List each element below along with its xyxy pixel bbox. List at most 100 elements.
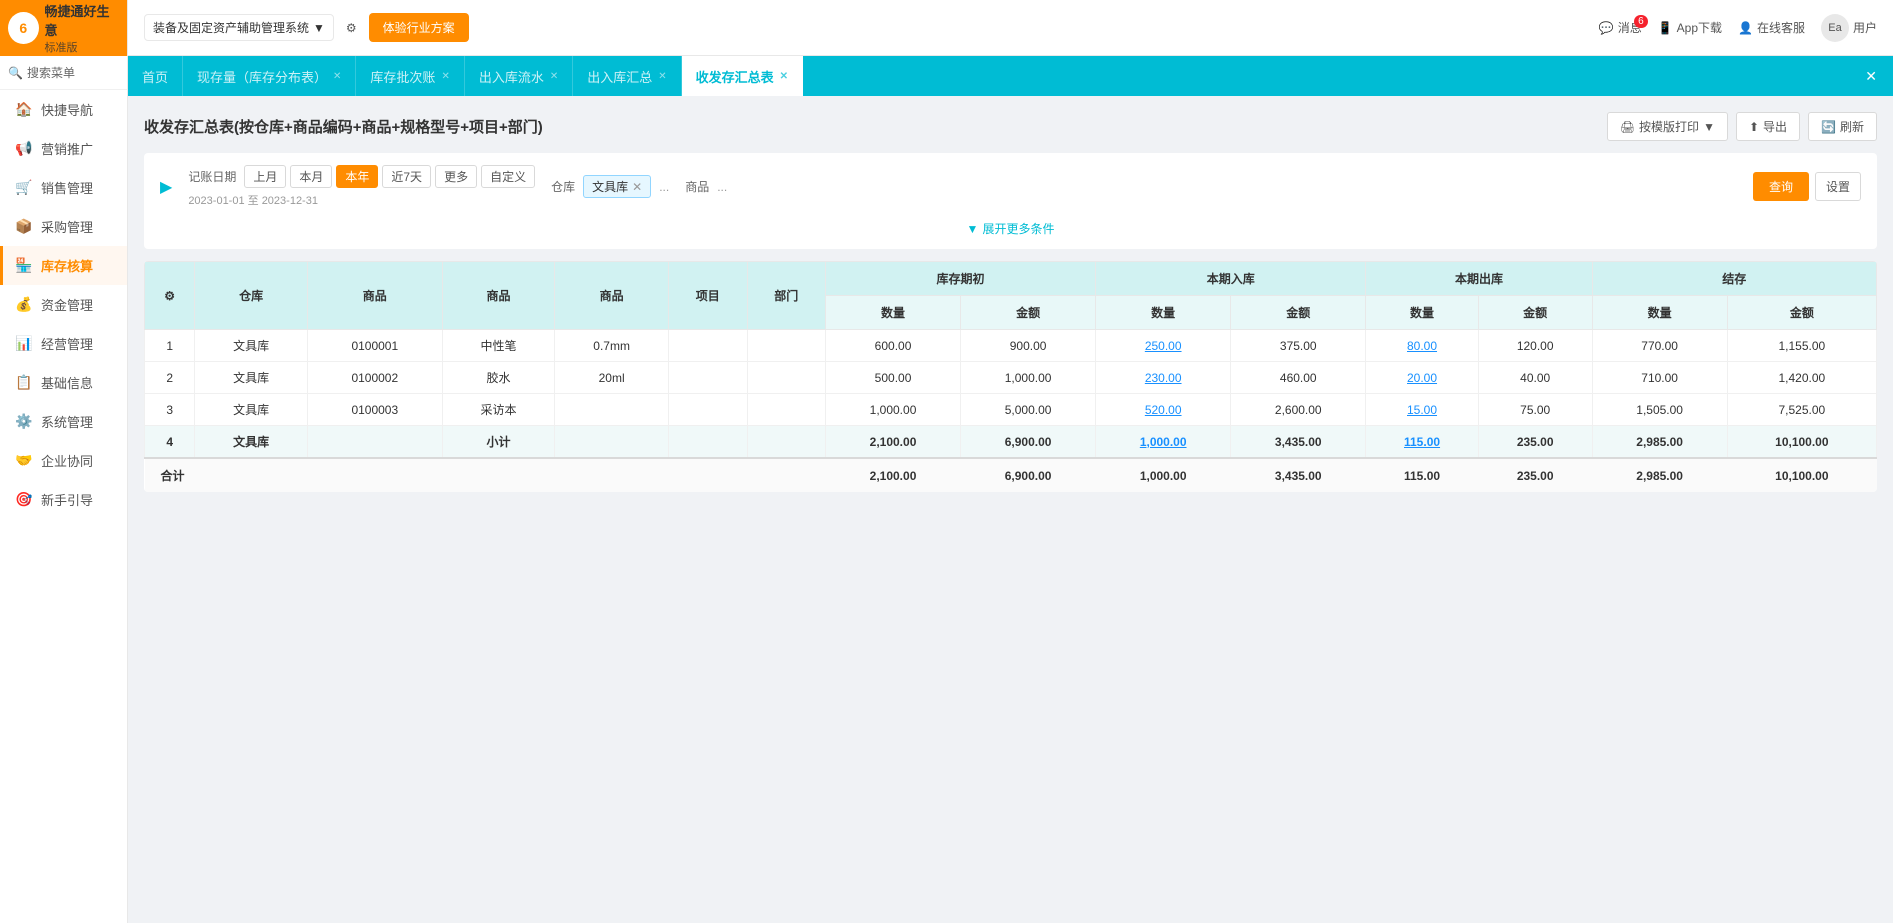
row-in-qty-link[interactable]: 230.00	[1145, 371, 1182, 385]
col-project: 项目	[669, 262, 747, 330]
row-in-qty[interactable]: 520.00	[1096, 394, 1231, 426]
col-end: 结存	[1592, 262, 1876, 296]
brand-name: 畅捷通好生意	[45, 1, 119, 39]
date-options: 上月 本月 本年 近7天 更多 自定义	[244, 165, 535, 188]
sidebar-search[interactable]: 🔍 搜索菜单	[0, 56, 127, 90]
subheader-3: 金额	[1231, 296, 1366, 330]
gear-icon[interactable]: ⚙	[346, 21, 357, 35]
row-in-qty-link[interactable]: 1,000.00	[1140, 435, 1187, 449]
user-abbr: Ea	[1828, 22, 1841, 34]
row-out-qty-link[interactable]: 115.00	[1404, 435, 1440, 449]
row-init-qty: 500.00	[825, 362, 960, 394]
sidebar-item-enterprise[interactable]: 🤝企业协同	[0, 441, 127, 480]
tab-close-icon[interactable]: ✕	[780, 71, 788, 82]
tab-label: 库存批次账	[370, 67, 435, 86]
row-out-qty[interactable]: 115.00	[1366, 426, 1478, 459]
data-table: ⚙ 仓库 商品 商品 商品 项目 部门 库存期初 本期入库 本期出库 结存 数量…	[144, 261, 1877, 492]
tab-close-icon[interactable]: ✕	[550, 71, 558, 82]
warehouse-tag-close[interactable]: ✕	[632, 180, 642, 194]
row-code: 0100001	[307, 330, 442, 362]
row-in-amt: 460.00	[1231, 362, 1366, 394]
date-range: 2023-01-01 至 2023-12-31	[188, 192, 535, 208]
tab-recv-send[interactable]: 收发存汇总表✕	[682, 56, 803, 96]
row-spec: 0.7mm	[555, 330, 669, 362]
app-download-btn[interactable]: 📱 App下载	[1658, 19, 1722, 36]
sidebar-item-finance[interactable]: 💰资金管理	[0, 285, 127, 324]
sidebar-item-operations[interactable]: 📊经营管理	[0, 324, 127, 363]
tab-inout-flow[interactable]: 出入库流水✕	[465, 56, 573, 96]
filter-expand-arrow[interactable]: ▶	[160, 177, 172, 197]
subheader-1: 金额	[961, 296, 1096, 330]
sidebar-item-marketing[interactable]: 📢营销推广	[0, 129, 127, 168]
query-button[interactable]: 查询	[1753, 172, 1809, 201]
tab-close-icon[interactable]: ✕	[441, 71, 449, 82]
sidebar-item-sales[interactable]: 🛒销售管理	[0, 168, 127, 207]
row-end-qty: 1,505.00	[1592, 394, 1727, 426]
trial-button[interactable]: 体验行业方案	[369, 13, 469, 42]
message-btn[interactable]: 💬 消息 6	[1599, 19, 1642, 36]
date-btn-last-month[interactable]: 上月	[244, 165, 286, 188]
tab-close-icon[interactable]: ✕	[333, 71, 341, 82]
row-project	[669, 426, 747, 459]
service-icon: 👤	[1738, 21, 1753, 35]
date-btn-this-month[interactable]: 本月	[290, 165, 332, 188]
row-out-qty[interactable]: 20.00	[1366, 362, 1478, 394]
tab-stock-dist[interactable]: 现存量（库存分布表）✕	[183, 56, 356, 96]
product-ellipsis[interactable]: ...	[717, 180, 727, 194]
sidebar-item-system[interactable]: ⚙️系统管理	[0, 402, 127, 441]
row-out-qty-link[interactable]: 80.00	[1407, 339, 1437, 353]
col-settings[interactable]: ⚙	[145, 262, 195, 330]
row-project	[669, 394, 747, 426]
row-out-qty-link[interactable]: 20.00	[1407, 371, 1437, 385]
row-init-amt: 6,900.00	[961, 426, 1096, 459]
sidebar-item-basic-info[interactable]: 📋基础信息	[0, 363, 127, 402]
row-end-amt: 1,155.00	[1727, 330, 1876, 362]
system-selector[interactable]: 装备及固定资产辅助管理系统 ▼	[144, 14, 334, 41]
print-btn[interactable]: 🖨 按模版打印 ▼	[1607, 112, 1728, 141]
tab-inout-summary[interactable]: 出入库汇总✕	[573, 56, 681, 96]
sidebar-item-inventory[interactable]: 🏪库存核算	[0, 246, 127, 285]
tab-close-icon[interactable]: ✕	[658, 71, 666, 82]
date-filter-label: 记账日期	[188, 168, 236, 185]
col-in: 本期入库	[1096, 262, 1366, 296]
sidebar-item-label: 新手引导	[41, 490, 93, 509]
tab-batch[interactable]: 库存批次账 ✕	[356, 56, 464, 96]
row-warehouse: 文具库	[195, 362, 307, 394]
col-spec: 商品	[555, 262, 669, 330]
row-num: 1	[145, 330, 195, 362]
sidebar-item-purchase[interactable]: 📦采购管理	[0, 207, 127, 246]
row-in-qty[interactable]: 1,000.00	[1096, 426, 1231, 459]
sidebar-item-quick-nav[interactable]: 🏠快捷导航	[0, 90, 127, 129]
row-in-qty[interactable]: 230.00	[1096, 362, 1231, 394]
page-title: 收发存汇总表(按仓库+商品编码+商品+规格型号+项目+部门)	[144, 116, 543, 137]
date-btn-this-year[interactable]: 本年	[336, 165, 378, 188]
col-dept: 部门	[747, 262, 825, 330]
subheader-7: 金额	[1727, 296, 1876, 330]
date-btn-7days[interactable]: 近7天	[382, 165, 431, 188]
user-btn[interactable]: Ea 用户	[1821, 14, 1877, 42]
tab-label: 首页	[142, 67, 168, 86]
row-in-qty-link[interactable]: 520.00	[1145, 403, 1182, 417]
online-service-btn[interactable]: 👤 在线客服	[1738, 19, 1805, 36]
window-close-btn[interactable]: ✕	[1849, 68, 1893, 85]
sidebar: 6 畅捷通好生意 标准版 🔍 搜索菜单 🏠快捷导航📢营销推广🛒销售管理📦采购管理…	[0, 0, 128, 923]
date-btn-more[interactable]: 更多	[435, 165, 477, 188]
filter-panel: ▶ 记账日期 上月 本月 本年 近7天 更多 自定义 2023-01-01	[144, 153, 1877, 249]
row-out-qty[interactable]: 80.00	[1366, 330, 1478, 362]
row-out-qty-link[interactable]: 15.00	[1407, 403, 1437, 417]
date-btn-custom[interactable]: 自定义	[481, 165, 535, 188]
row-init-qty: 1,000.00	[825, 394, 960, 426]
row-dept	[747, 426, 825, 459]
refresh-btn[interactable]: 🔄 刷新	[1808, 112, 1877, 141]
row-in-qty[interactable]: 250.00	[1096, 330, 1231, 362]
sidebar-item-guide[interactable]: 🎯新手引导	[0, 480, 127, 519]
settings-button[interactable]: 设置	[1815, 172, 1861, 201]
row-in-qty-link[interactable]: 250.00	[1145, 339, 1182, 353]
row-out-qty[interactable]: 15.00	[1366, 394, 1478, 426]
page-header: 收发存汇总表(按仓库+商品编码+商品+规格型号+项目+部门) 🖨 按模版打印 ▼…	[144, 112, 1877, 141]
expand-conditions-btn[interactable]: ▼ 展开更多条件	[967, 220, 1055, 237]
tab-home[interactable]: 首页	[128, 56, 183, 96]
warehouse-ellipsis[interactable]: ...	[659, 180, 669, 194]
export-btn[interactable]: ⬆ 导出	[1736, 112, 1800, 141]
sidebar-item-label: 采购管理	[41, 217, 93, 236]
